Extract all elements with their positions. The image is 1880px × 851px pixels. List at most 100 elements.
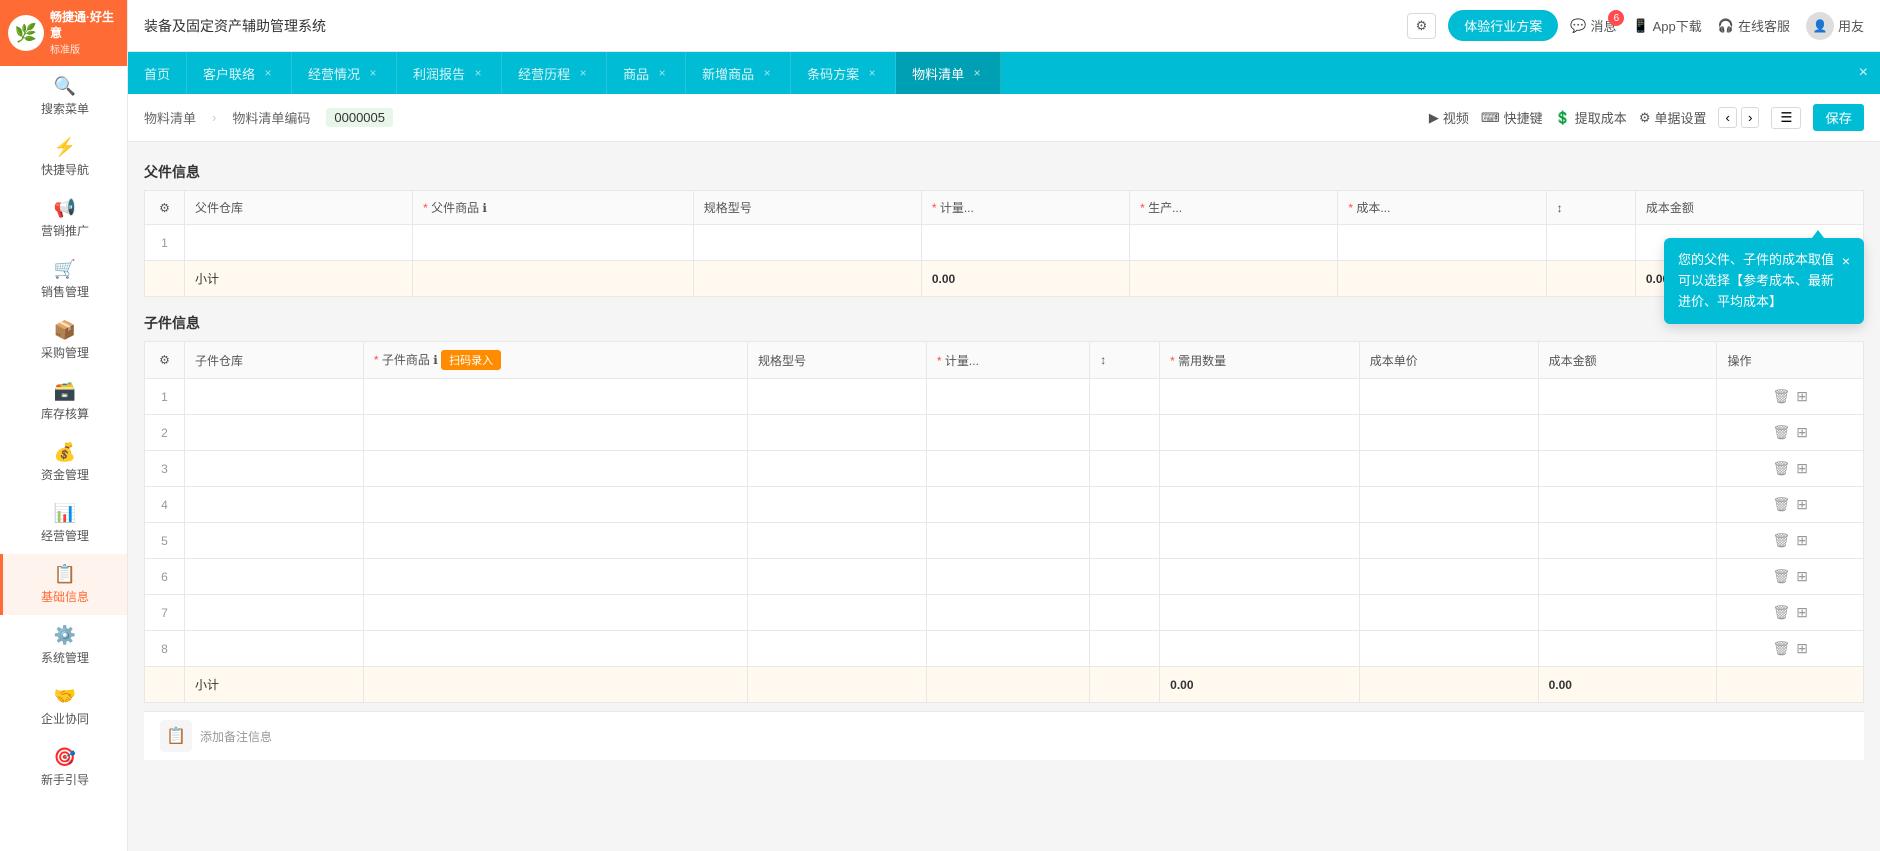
copy-icon[interactable]: ⊞ xyxy=(1796,604,1808,621)
child-col-product: * 子件商品 ℹ 扫码录入 xyxy=(363,342,747,379)
tab-nav-close-btn[interactable]: × xyxy=(1847,64,1880,82)
tab-profit[interactable]: 利润报告 × xyxy=(397,52,502,94)
delete-icon[interactable]: 🗑 xyxy=(1772,388,1790,405)
tab-operations[interactable]: 经营情况 × xyxy=(292,52,397,94)
delete-icon[interactable]: 🗑 xyxy=(1772,496,1790,513)
copy-icon[interactable]: ⊞ xyxy=(1796,568,1808,585)
parent-row-1-product[interactable] xyxy=(413,225,694,261)
child-col-settings[interactable]: ⚙ xyxy=(145,342,185,379)
scan-btn[interactable]: 扫码录入 xyxy=(441,350,501,370)
prev-btn[interactable]: ‹ xyxy=(1718,107,1736,128)
copy-icon[interactable]: ⊞ xyxy=(1796,388,1808,405)
shortcut-action[interactable]: ⌨ 快捷键 xyxy=(1481,108,1543,127)
child-r1-product[interactable] xyxy=(363,379,747,415)
child-r1-amount[interactable] xyxy=(1538,379,1717,415)
tab-close-profit[interactable]: × xyxy=(471,66,485,80)
copy-icon[interactable]: ⊞ xyxy=(1796,640,1808,657)
cost-action[interactable]: 💲 提取成本 xyxy=(1555,108,1627,127)
copy-icon[interactable]: ⊞ xyxy=(1796,496,1808,513)
app-download-action[interactable]: 📱 App下载 xyxy=(1632,16,1701,35)
tab-bom[interactable]: 物料清单 × xyxy=(896,52,1001,94)
delete-icon[interactable]: 🗑 xyxy=(1772,604,1790,621)
video-action[interactable]: ▶ 视频 xyxy=(1429,108,1469,127)
settings-button[interactable]: ⚙ xyxy=(1407,13,1437,39)
delete-icon[interactable]: 🗑 xyxy=(1772,424,1790,441)
tab-close-bom[interactable]: × xyxy=(970,66,984,80)
message-action[interactable]: 💬 消息 6 xyxy=(1570,16,1616,35)
tab-barcode[interactable]: 条码方案 × xyxy=(791,52,896,94)
copy-icon[interactable]: ⊞ xyxy=(1796,424,1808,441)
copy-icon[interactable]: ⊞ xyxy=(1796,532,1808,549)
sidebar-item-sales[interactable]: 🛒 销售管理 xyxy=(0,249,127,310)
tab-close-operations[interactable]: × xyxy=(366,66,380,80)
trial-button[interactable]: 体验行业方案 xyxy=(1448,10,1558,41)
sidebar-item-quick-nav[interactable]: ⚡ 快捷导航 xyxy=(0,127,127,188)
parent-row-1-unit[interactable] xyxy=(921,225,1129,261)
gear-icon: ⚙️ xyxy=(54,625,76,646)
child-r1-unit-cost[interactable] xyxy=(1359,379,1538,415)
user-action[interactable]: 👤 用友 xyxy=(1806,12,1864,40)
sidebar-item-marketing[interactable]: 📢 营销推广 xyxy=(0,188,127,249)
breadcrumb-bom[interactable]: 物料清单 xyxy=(144,108,196,127)
bottom-note-text: 添加备注信息 xyxy=(200,728,272,745)
table-row: 6 🗑⊞ xyxy=(145,559,1864,595)
child-r1-unit[interactable] xyxy=(926,379,1089,415)
tab-close-barcode[interactable]: × xyxy=(865,66,879,80)
child-col-extra: ↕ xyxy=(1090,342,1160,379)
sidebar-item-basic-info[interactable]: 📋 基础信息 xyxy=(0,554,127,615)
tab-history[interactable]: 经营历程 × xyxy=(502,52,607,94)
sidebar-item-search[interactable]: 🔍 搜索菜单 xyxy=(0,66,127,127)
lightning-icon: ⚡ xyxy=(54,137,76,158)
parent-col-settings[interactable]: ⚙ xyxy=(145,191,185,225)
cost-icon: 💲 xyxy=(1555,110,1571,126)
child-subtotal-amount-value: 0.00 xyxy=(1538,667,1717,703)
save-btn[interactable]: 保存 xyxy=(1813,104,1864,131)
user-label: 用友 xyxy=(1838,16,1864,35)
copy-icon[interactable]: ⊞ xyxy=(1796,460,1808,477)
parent-row-1-production[interactable] xyxy=(1130,225,1338,261)
tooltip-text: 您的父件、子件的成本取值可以选择【参考成本、最新进价、平均成本】 xyxy=(1678,252,1834,309)
child-subtotal-label: 小计 xyxy=(185,667,364,703)
tab-close-history[interactable]: × xyxy=(576,66,590,80)
sidebar-item-finance[interactable]: 💰 资金管理 xyxy=(0,432,127,493)
parent-row-1-warehouse[interactable] xyxy=(185,225,413,261)
table-row: 1 xyxy=(145,225,1864,261)
delete-icon[interactable]: 🗑 xyxy=(1772,532,1790,549)
logo-text: 畅捷通·好生意 标准版 xyxy=(50,10,119,56)
tooltip-close-btn[interactable]: × xyxy=(1842,250,1850,272)
table-row: 4 🗑⊞ xyxy=(145,487,1864,523)
sidebar-item-operations[interactable]: 📊 经营管理 xyxy=(0,493,127,554)
sidebar-item-inventory[interactable]: 🗃️ 库存核算 xyxy=(0,371,127,432)
child-r1-spec[interactable] xyxy=(748,379,927,415)
single-settings-action[interactable]: ⚙ 单据设置 xyxy=(1639,108,1707,127)
child-subtotal-row: 小计 0.00 0.00 xyxy=(145,667,1864,703)
child-table: ⚙ 子件仓库 * 子件商品 ℹ 扫码录入 规格型号 * 计量... ↕ * 需用… xyxy=(144,341,1864,703)
list-view-btn[interactable]: ☰ xyxy=(1771,107,1801,129)
message-icon: 💬 xyxy=(1570,18,1586,34)
tab-products[interactable]: 商品 × xyxy=(607,52,686,94)
tab-home[interactable]: 首页 xyxy=(128,52,187,94)
note-icon[interactable]: 📋 xyxy=(160,720,192,752)
delete-icon[interactable]: 🗑 xyxy=(1772,568,1790,585)
sidebar-item-purchase[interactable]: 📦 采购管理 xyxy=(0,310,127,371)
tab-close-new-product[interactable]: × xyxy=(760,66,774,80)
table-row: 2 🗑⊞ xyxy=(145,415,1864,451)
parent-row-1-cost[interactable] xyxy=(1338,225,1546,261)
parent-col-cost: * 成本... xyxy=(1338,191,1546,225)
sidebar-item-system[interactable]: ⚙️ 系统管理 xyxy=(0,615,127,676)
child-r1-warehouse[interactable] xyxy=(185,379,364,415)
online-service-action[interactable]: 🎧 在线客服 xyxy=(1718,16,1790,35)
tab-new-product[interactable]: 新增商品 × xyxy=(686,52,791,94)
tab-close-customers[interactable]: × xyxy=(261,66,275,80)
delete-icon[interactable]: 🗑 xyxy=(1772,640,1790,657)
download-icon: 📱 xyxy=(1632,18,1648,34)
next-btn[interactable]: › xyxy=(1741,107,1759,128)
sidebar-item-guide[interactable]: 🎯 新手引导 xyxy=(0,737,127,798)
tab-customers[interactable]: 客户联络 × xyxy=(187,52,292,94)
sidebar-item-enterprise[interactable]: 🤝 企业协同 xyxy=(0,676,127,737)
delete-icon[interactable]: 🗑 xyxy=(1772,460,1790,477)
parent-row-1-spec[interactable] xyxy=(693,225,921,261)
breadcrumb-actions: ▶ 视频 ⌨ 快捷键 💲 提取成本 ⚙ 单据设置 ‹ › xyxy=(1429,104,1864,131)
child-r1-qty[interactable] xyxy=(1160,379,1360,415)
tab-close-products[interactable]: × xyxy=(655,66,669,80)
